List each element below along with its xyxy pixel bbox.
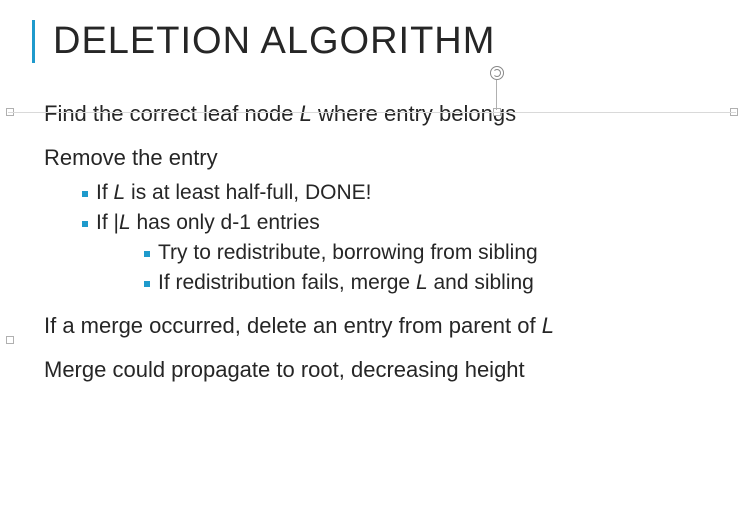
content-text-frame[interactable]: Find the correct leaf node L where entry… <box>32 75 728 383</box>
text: Find the correct leaf node <box>44 101 300 126</box>
line-redistribute: Try to redistribute, borrowing from sibl… <box>144 241 728 265</box>
bullet-icon <box>144 281 150 287</box>
var-L: L <box>542 313 554 338</box>
rotate-handle-icon[interactable] <box>490 66 504 80</box>
var-L: L <box>114 181 126 204</box>
title-block[interactable]: DELETION ALGORITHM <box>32 20 728 63</box>
bullet-icon <box>82 221 88 227</box>
text: has only d-1 entries <box>131 211 320 234</box>
remove-entry-group: Remove the entry If L is at least half-f… <box>44 145 728 295</box>
text: is at least half-full, DONE! <box>125 181 371 204</box>
slide-title: DELETION ALGORITHM <box>53 20 728 63</box>
text: and sibling <box>428 271 534 294</box>
text: If redistribution fails, merge <box>158 271 416 294</box>
text: where entry belongs <box>312 101 516 126</box>
line-remove-entry: Remove the entry <box>44 145 728 171</box>
var-L: L <box>119 211 131 234</box>
line-d-minus-1: If |L has only d-1 entries <box>82 211 728 235</box>
frame-top-border <box>8 112 736 113</box>
text: Try to redistribute, borrowing from sibl… <box>158 241 538 264</box>
var-L: L <box>416 271 428 294</box>
line-merge: If redistribution fails, merge L and sib… <box>144 271 728 295</box>
resize-handle-left2-icon[interactable] <box>6 336 14 344</box>
text: If a merge occurred, delete an entry fro… <box>44 313 542 338</box>
slide-container: DELETION ALGORITHM Find the correct leaf… <box>0 0 744 512</box>
line-find-leaf: Find the correct leaf node L where entry… <box>44 101 728 127</box>
text: If <box>96 181 114 204</box>
text: If <box>96 211 114 234</box>
line-propagate: Merge could propagate to root, decreasin… <box>44 357 728 383</box>
rotate-connector-icon <box>496 80 497 110</box>
bullet-icon <box>82 191 88 197</box>
line-half-full: If L is at least half-full, DONE! <box>82 181 728 205</box>
line-merge-parent: If a merge occurred, delete an entry fro… <box>44 313 728 339</box>
bullet-icon <box>144 251 150 257</box>
var-L: L <box>300 101 312 126</box>
